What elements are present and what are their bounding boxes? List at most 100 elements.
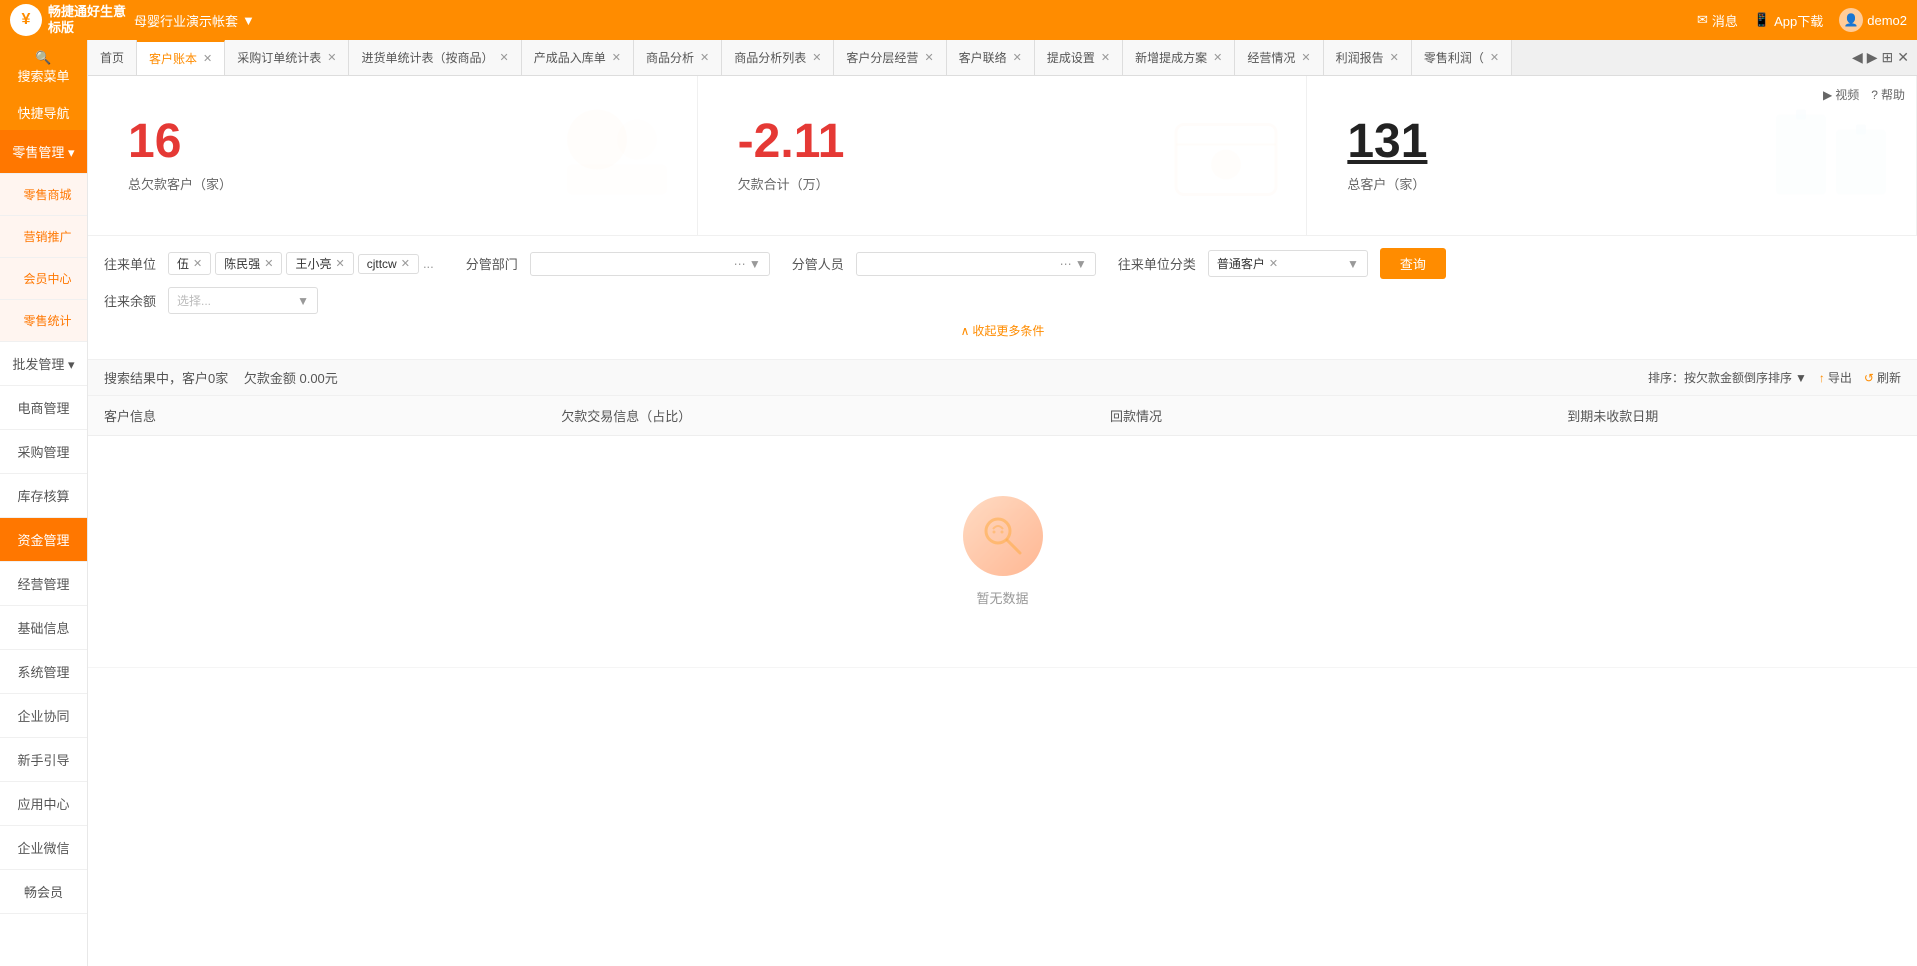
classify-tag-text: 普通客户 <box>1217 255 1265 272</box>
sidebar-item-capital[interactable]: 资金管理 <box>0 518 87 562</box>
sidebar-batch-mgmt-label: 批发管理 <box>12 357 64 372</box>
remaining-placeholder: 选择... <box>177 292 211 309</box>
query-button[interactable]: 查询 <box>1380 248 1446 279</box>
sort-select[interactable]: 排序：按欠款金额倒序排序 ▼ <box>1648 369 1807 386</box>
sidebar-item-batch-mgmt[interactable]: 批发管理 ▾ <box>0 342 87 386</box>
tab-product-analysis-list-close[interactable]: ✕ <box>812 51 821 64</box>
sidebar-item-inventory[interactable]: 库存核算 <box>0 474 87 518</box>
tab-promotion-settings-close[interactable]: ✕ <box>1101 51 1110 64</box>
sidebar-item-vip[interactable]: 畅会员 <box>0 870 87 914</box>
filter-classify-select[interactable]: 普通客户 ✕ ▼ <box>1208 250 1368 277</box>
sidebar-search-label: 搜索菜单 <box>8 66 79 85</box>
remaining-dropdown-icon: ▼ <box>297 294 309 308</box>
sidebar-item-enterprise-collab[interactable]: 企业协同 <box>0 694 87 738</box>
tab-prev-btn[interactable]: ◀ <box>1852 49 1863 66</box>
user-avatar[interactable]: 👤 demo2 <box>1839 8 1907 32</box>
sidebar-item-basic-info[interactable]: 基础信息 <box>0 606 87 650</box>
sidebar-purchase-label: 采购管理 <box>17 445 69 460</box>
sidebar-item-retail-mall[interactable]: 零售商城 <box>0 174 87 216</box>
sidebar-item-app-center[interactable]: 应用中心 <box>0 782 87 826</box>
sidebar-item-operation[interactable]: 经营管理 <box>0 562 87 606</box>
sidebar-search[interactable]: 🔍 搜索菜单 <box>0 40 87 95</box>
tab-profit-report-close[interactable]: ✕ <box>1390 51 1399 64</box>
tab-business-status-label: 经营情况 <box>1247 49 1295 66</box>
tab-expand-btn[interactable]: ⊞ <box>1882 49 1894 66</box>
tab-new-promotion-close[interactable]: ✕ <box>1213 51 1222 64</box>
sidebar-item-enterprise-wechat[interactable]: 企业微信 <box>0 826 87 870</box>
filter-person-select[interactable]: ⋯ ▼ <box>856 252 1096 276</box>
tab-close-all-btn[interactable]: ✕ <box>1897 49 1909 66</box>
tab-business-status-close[interactable]: ✕ <box>1301 51 1310 64</box>
more-tags-btn[interactable]: ... <box>423 256 434 271</box>
sidebar-marketing-label: 营销推广 <box>23 230 71 244</box>
filter-remaining-select[interactable]: 选择... ▼ <box>168 287 318 314</box>
sidebar-basic-info-label: 基础信息 <box>17 621 69 636</box>
message-btn[interactable]: ✉ 消息 <box>1697 11 1738 30</box>
col-due-date: 到期未收款日期 <box>1551 396 1917 436</box>
tag-cjttcw-remove[interactable]: ✕ <box>401 257 410 270</box>
store-dropdown-icon: ▼ <box>242 13 255 28</box>
tab-customer-book-close[interactable]: ✕ <box>203 52 212 65</box>
app-download-label: App下载 <box>1774 11 1823 30</box>
tab-retail-profit-label: 零售利润（ <box>1424 49 1484 66</box>
sidebar-item-ecommerce[interactable]: 电商管理 <box>0 386 87 430</box>
tab-customer-contact-close[interactable]: ✕ <box>1013 51 1022 64</box>
top-bar-left: ¥ 畅捷通好生意 标版 母婴行业演示帐套 ▼ <box>10 4 255 36</box>
tab-customer-segment[interactable]: 客户分层经营 ✕ <box>834 40 946 76</box>
filter-dept-select[interactable]: ⋯ ▼ <box>530 252 770 276</box>
video-btn[interactable]: ▶ 视频 <box>1823 86 1859 103</box>
tag-chen-remove[interactable]: ✕ <box>264 257 273 270</box>
tab-customer-book[interactable]: 客户账本 ✕ <box>137 40 225 76</box>
sidebar-item-purchase[interactable]: 采购管理 <box>0 430 87 474</box>
tab-customer-contact[interactable]: 客户联络 ✕ <box>947 40 1035 76</box>
logo-line1: 畅捷通好生意 <box>48 4 126 20</box>
sidebar-item-retail-mgmt[interactable]: 零售管理 ▾ <box>0 130 87 174</box>
app-download-btn[interactable]: 📱 App下载 <box>1754 11 1823 30</box>
stats-row: 16 总欠款客户（家） -2.11 欠款合计（ <box>88 76 1917 236</box>
filter-tag-wu: 伍 ✕ <box>168 252 211 275</box>
sidebar-enterprise-collab-label: 企业协同 <box>17 709 69 724</box>
tab-product-analysis-close[interactable]: ✕ <box>700 51 709 64</box>
tab-product-instock[interactable]: 产成品入库单 ✕ <box>522 40 634 76</box>
classify-tag-remove[interactable]: ✕ <box>1269 257 1278 270</box>
tab-next-btn[interactable]: ▶ <box>1867 49 1878 66</box>
tab-retail-profit-close[interactable]: ✕ <box>1490 51 1499 64</box>
stat-bg-icon-3 <box>1766 104 1896 207</box>
tab-promotion-settings[interactable]: 提成设置 ✕ <box>1035 40 1123 76</box>
sidebar-item-marketing[interactable]: 营销推广 <box>0 216 87 258</box>
sidebar-item-new-guide[interactable]: 新手引导 <box>0 738 87 782</box>
video-label: 视频 <box>1835 86 1859 103</box>
table-header: 客户信息 欠款交易信息（占比） 回款情况 到期未收款日期 <box>88 396 1917 436</box>
tab-purchase-order-close[interactable]: ✕ <box>327 51 336 64</box>
store-selector[interactable]: 母婴行业演示帐套 ▼ <box>134 11 255 30</box>
tag-wu-remove[interactable]: ✕ <box>193 257 202 270</box>
tab-home[interactable]: 首页 <box>88 40 137 76</box>
sidebar-item-retail-stats[interactable]: 零售统计 <box>0 300 87 342</box>
sidebar-item-system[interactable]: 系统管理 <box>0 650 87 694</box>
tab-customer-segment-close[interactable]: ✕ <box>924 51 933 64</box>
col-debt-info: 欠款交易信息（占比） <box>545 396 1094 436</box>
table-header-row: 客户信息 欠款交易信息（占比） 回款情况 到期未收款日期 <box>88 396 1917 436</box>
tab-profit-report[interactable]: 利润报告 ✕ <box>1324 40 1412 76</box>
refresh-icon: ↺ <box>1864 371 1874 385</box>
tab-product-analysis[interactable]: 商品分析 ✕ <box>634 40 722 76</box>
tab-purchase-order[interactable]: 采购订单统计表 ✕ <box>225 40 349 76</box>
refresh-label: 刷新 <box>1877 369 1901 386</box>
filter-remaining-label: 往来余额 <box>104 291 156 310</box>
tab-new-promotion[interactable]: 新增提成方案 ✕ <box>1123 40 1235 76</box>
sidebar-quick-nav[interactable]: 快捷导航 <box>0 95 87 130</box>
tab-business-status[interactable]: 经营情况 ✕ <box>1235 40 1323 76</box>
export-btn[interactable]: ↑ 导出 <box>1819 369 1852 386</box>
tab-instock-close[interactable]: ✕ <box>500 51 509 64</box>
collapse-btn[interactable]: ∧ 收起更多条件 <box>961 322 1045 339</box>
tab-retail-profit[interactable]: 零售利润（ ✕ <box>1412 40 1512 76</box>
help-btn[interactable]: ? 帮助 <box>1871 86 1905 103</box>
tab-product-analysis-list[interactable]: 商品分析列表 ✕ <box>722 40 834 76</box>
tab-instock-stats[interactable]: 进货单统计表（按商品） ✕ <box>349 40 521 76</box>
empty-text: 暂无数据 <box>976 588 1028 607</box>
tab-bar: 首页 客户账本 ✕ 采购订单统计表 ✕ 进货单统计表（按商品） ✕ 产成品入库单… <box>88 40 1917 76</box>
refresh-btn[interactable]: ↺ 刷新 <box>1864 369 1901 386</box>
sidebar-item-member-center[interactable]: 会员中心 <box>0 258 87 300</box>
tab-product-instock-close[interactable]: ✕ <box>612 51 621 64</box>
tag-wang-remove[interactable]: ✕ <box>336 257 345 270</box>
